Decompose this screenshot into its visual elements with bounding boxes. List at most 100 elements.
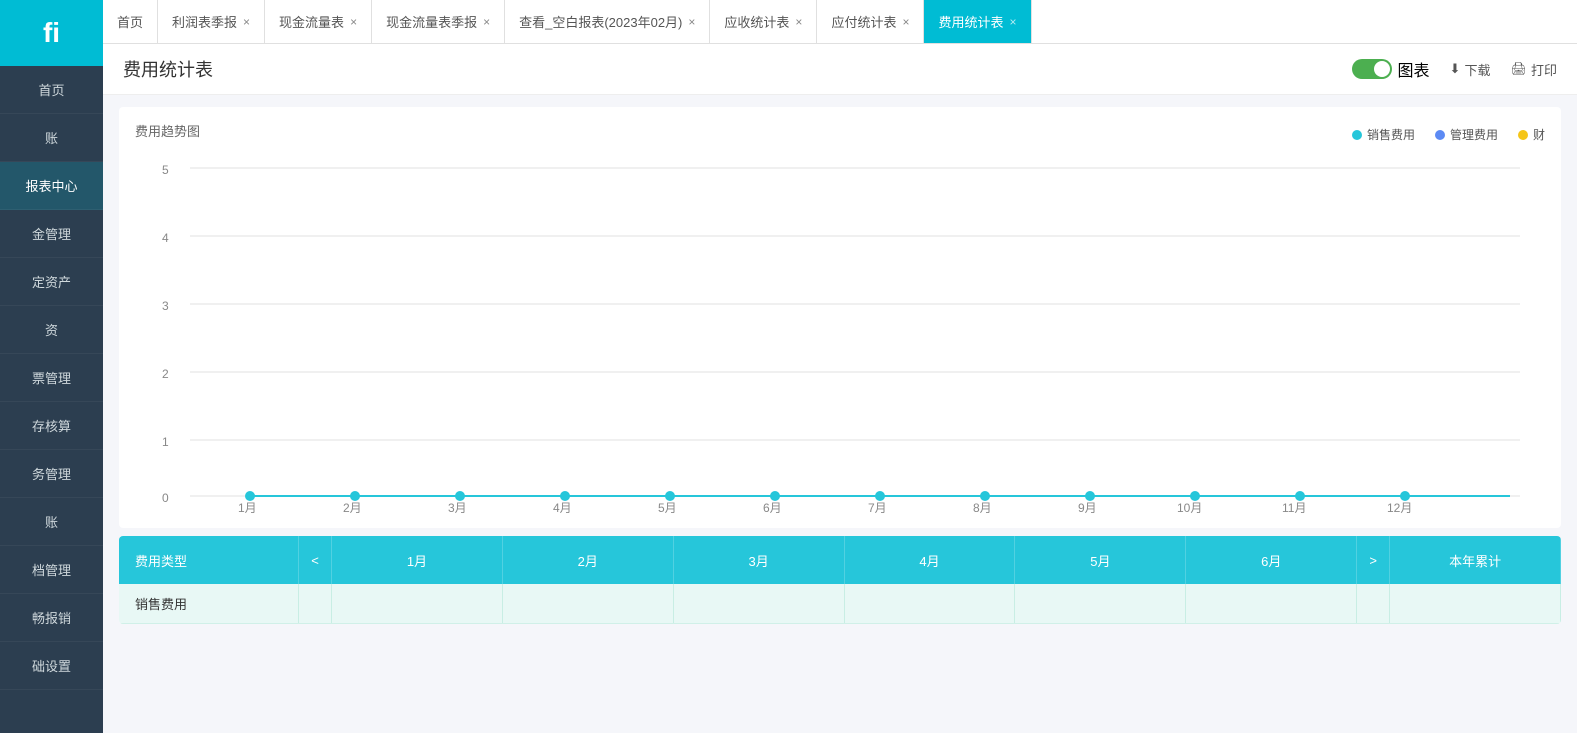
- td-month-2: [503, 584, 674, 623]
- tab-profit[interactable]: 利润表季报 ×: [158, 0, 265, 43]
- print-icon: 🖨: [1510, 61, 1527, 77]
- header-actions: 图表 ⬇ 下载 🖨 打印: [1352, 57, 1557, 81]
- sidebar-item-reports[interactable]: 报表中心: [0, 162, 103, 210]
- content-area: 费用统计表 图表 ⬇ 下载 🖨 打印 费用趋势图: [103, 44, 1577, 733]
- chart-dot: [350, 491, 360, 501]
- legend-sales: 销售费用: [1352, 126, 1415, 143]
- legend-sales-label: 销售费用: [1367, 126, 1415, 143]
- td-month-3: [674, 584, 845, 623]
- legend-admin: 管理费用: [1435, 126, 1498, 143]
- tab-cashflow-quarterly-close[interactable]: ×: [483, 15, 490, 29]
- th-month-2-label: 2月: [578, 551, 598, 570]
- svg-text:3月: 3月: [448, 501, 467, 514]
- svg-text:10月: 10月: [1177, 501, 1202, 514]
- th-month-6: 6月: [1186, 536, 1357, 584]
- tab-payable-close[interactable]: ×: [902, 15, 909, 29]
- svg-text:2月: 2月: [343, 501, 362, 514]
- svg-text:1: 1: [162, 435, 169, 449]
- sidebar-item-assets[interactable]: 定资产: [0, 258, 103, 306]
- chart-toggle-wrap[interactable]: 图表: [1352, 57, 1430, 81]
- svg-text:3: 3: [162, 299, 169, 313]
- sidebar-item-resource[interactable]: 资: [0, 306, 103, 354]
- chart-dot: [245, 491, 255, 501]
- svg-text:4: 4: [162, 231, 169, 245]
- svg-text:11月: 11月: [1282, 501, 1306, 514]
- download-button[interactable]: ⬇ 下载: [1450, 60, 1491, 79]
- tab-profit-close[interactable]: ×: [243, 15, 250, 29]
- td-spacer-2: [1357, 584, 1390, 623]
- td-month-6: [1186, 584, 1357, 623]
- th-cumulative-label: 本年累计: [1449, 551, 1501, 570]
- th-month-5: 5月: [1015, 536, 1186, 584]
- tab-cashflow-quarterly[interactable]: 现金流量表季报 ×: [372, 0, 505, 43]
- tab-expense-close[interactable]: ×: [1009, 15, 1016, 29]
- tab-expense[interactable]: 费用统计表 ×: [924, 0, 1031, 43]
- download-label: 下载: [1464, 60, 1490, 79]
- tab-profit-label: 利润表季报: [172, 12, 237, 31]
- tab-home[interactable]: 首页: [103, 0, 158, 43]
- sidebar-item-archive[interactable]: 档管理: [0, 546, 103, 594]
- svg-text:0: 0: [162, 491, 169, 505]
- tab-cashflow[interactable]: 现金流量表 ×: [265, 0, 372, 43]
- svg-text:1月: 1月: [238, 501, 257, 514]
- svg-text:7月: 7月: [868, 501, 887, 514]
- legend-sales-dot: [1352, 130, 1362, 140]
- sidebar-item-settings[interactable]: 础设置: [0, 642, 103, 690]
- th-month-1-label: 1月: [407, 551, 427, 570]
- th-month-2: 2月: [503, 536, 674, 584]
- tab-receivable-close[interactable]: ×: [795, 15, 802, 29]
- sidebar-item-service[interactable]: 务管理: [0, 450, 103, 498]
- chart-dot: [1085, 491, 1095, 501]
- print-button[interactable]: 🖨 打印: [1510, 60, 1557, 79]
- tab-payable[interactable]: 应付统计表 ×: [817, 0, 924, 43]
- svg-text:8月: 8月: [973, 501, 992, 514]
- tab-payable-label: 应付统计表: [831, 12, 896, 31]
- td-month-4: [845, 584, 1016, 623]
- th-month-6-label: 6月: [1261, 551, 1281, 570]
- th-month-1: 1月: [332, 536, 503, 584]
- td-month-5: [1015, 584, 1186, 623]
- sidebar-item-home[interactable]: 首页: [0, 66, 103, 114]
- chart-dot: [875, 491, 885, 501]
- svg-text:2: 2: [162, 367, 169, 381]
- page-header: 费用统计表 图表 ⬇ 下载 🖨 打印: [103, 44, 1577, 95]
- chart-dot: [1295, 491, 1305, 501]
- th-type: 费用类型: [119, 536, 299, 584]
- legend-finance: 财: [1518, 126, 1545, 143]
- th-prev-nav[interactable]: <: [299, 536, 332, 584]
- tab-blank-report[interactable]: 查看_空白报表(2023年02月) ×: [505, 0, 710, 43]
- sidebar-item-expense[interactable]: 畅报销: [0, 594, 103, 642]
- th-month-3-label: 3月: [749, 551, 769, 570]
- th-next-nav[interactable]: >: [1357, 536, 1390, 584]
- tab-home-label: 首页: [117, 12, 143, 31]
- sidebar-item-inventory[interactable]: 存核算: [0, 402, 103, 450]
- sidebar-item-ledger[interactable]: 账: [0, 498, 103, 546]
- sidebar-logo: fi: [0, 0, 103, 66]
- chart-legend: 销售费用 管理费用 财: [1352, 126, 1545, 143]
- tab-expense-label: 费用统计表: [938, 12, 1003, 31]
- main-area: 首页 利润表季报 × 现金流量表 × 现金流量表季报 × 查看_空白报表(202…: [103, 0, 1577, 733]
- chart-toggle[interactable]: [1352, 59, 1392, 79]
- table-section: 费用类型 < 1月 2月 3月 4月 5月: [119, 536, 1561, 624]
- th-month-3: 3月: [674, 536, 845, 584]
- th-month-4: 4月: [845, 536, 1016, 584]
- svg-text:9月: 9月: [1078, 501, 1097, 514]
- chart-dot: [1400, 491, 1410, 501]
- tab-cashflow-close[interactable]: ×: [350, 15, 357, 29]
- td-month-1: [332, 584, 503, 623]
- tab-receivable[interactable]: 应收统计表 ×: [710, 0, 817, 43]
- th-type-label: 费用类型: [135, 551, 187, 570]
- td-type: 销售费用: [119, 584, 299, 623]
- legend-admin-label: 管理费用: [1450, 126, 1498, 143]
- sidebar-item-invoice[interactable]: 票管理: [0, 354, 103, 402]
- svg-text:5月: 5月: [658, 501, 677, 514]
- chart-section: 费用趋势图 销售费用 管理费用 财: [119, 107, 1561, 528]
- th-month-4-label: 4月: [919, 551, 939, 570]
- sidebar-item-cash[interactable]: 金管理: [0, 210, 103, 258]
- svg-text:5: 5: [162, 163, 169, 177]
- print-label: 打印: [1531, 60, 1557, 79]
- tab-blank-report-close[interactable]: ×: [688, 15, 695, 29]
- tab-blank-report-label: 查看_空白报表(2023年02月): [519, 12, 682, 31]
- td-cumulative: [1390, 584, 1561, 623]
- sidebar-item-account[interactable]: 账: [0, 114, 103, 162]
